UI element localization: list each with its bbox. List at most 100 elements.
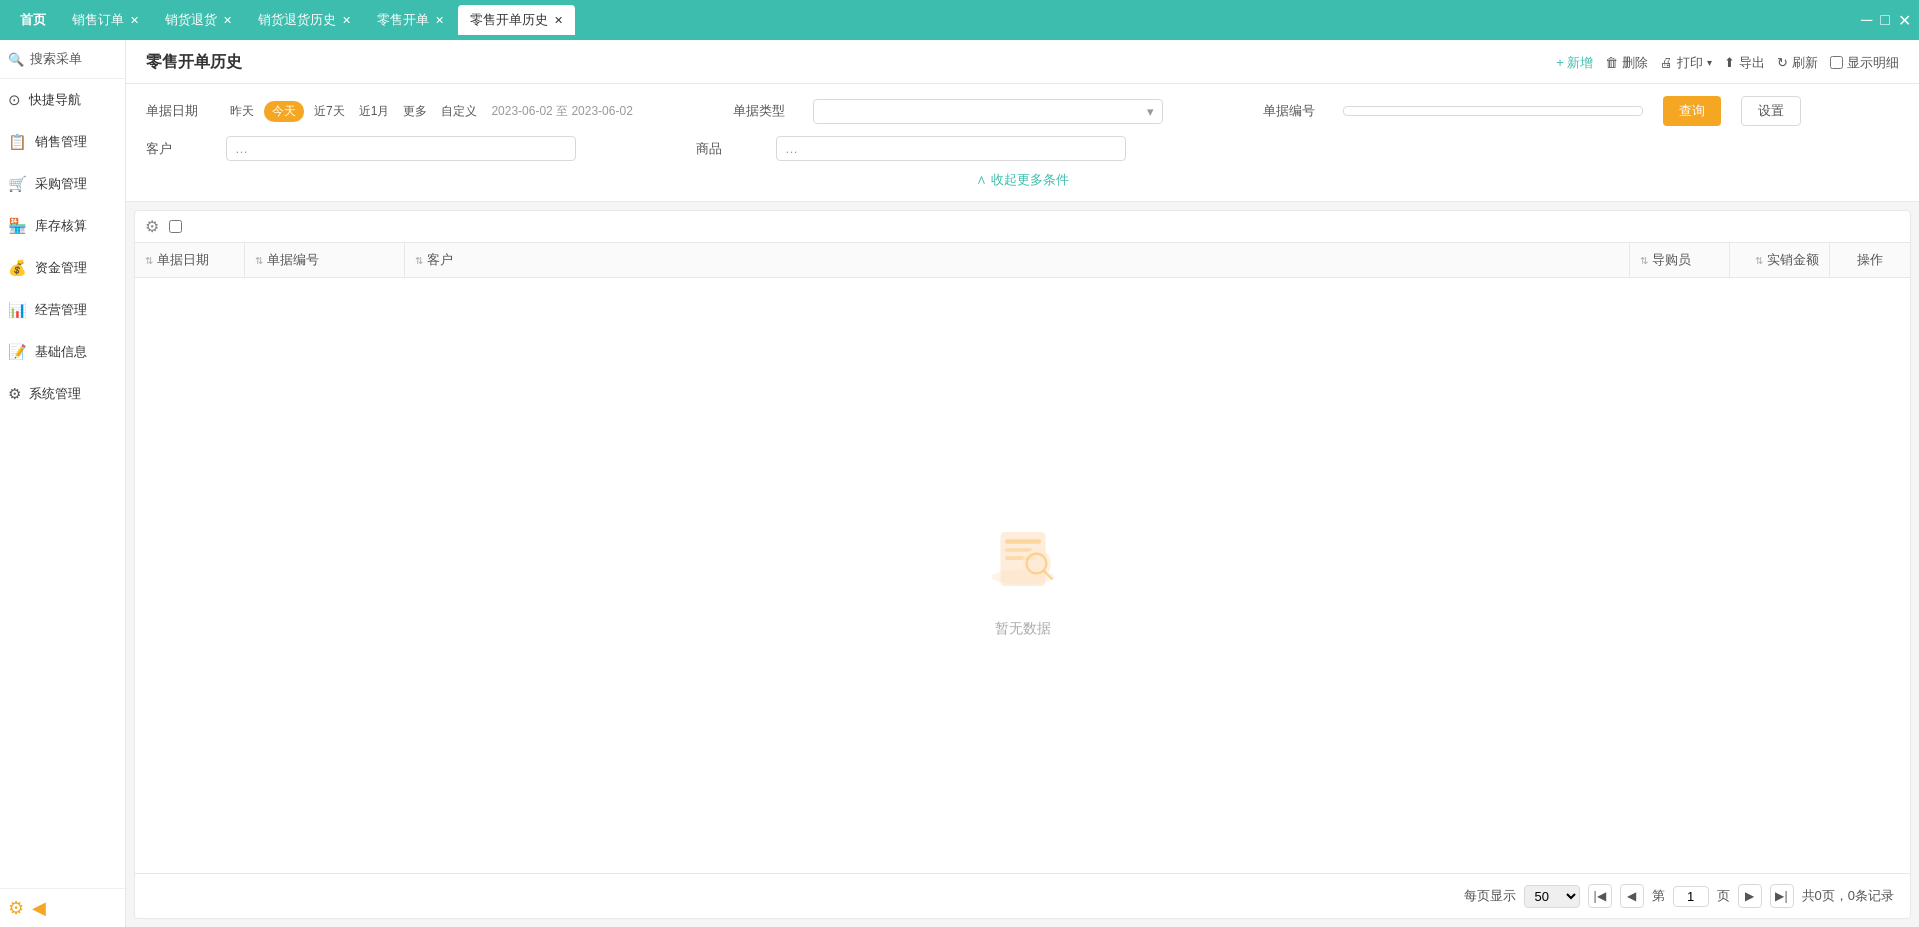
page-label-2: 页 xyxy=(1717,887,1730,905)
filter-area: 单据日期 昨天 今天 近7天 近1月 更多 自定义 2023-06-02 至 2… xyxy=(126,84,1919,202)
sidebar-item-operations[interactable]: 📊 经营管理 xyxy=(0,289,125,331)
date-opt-7days[interactable]: 近7天 xyxy=(310,101,349,122)
empty-state: 暂无数据 xyxy=(135,278,1910,873)
sort-number-icon[interactable]: ⇅ xyxy=(255,255,263,266)
export-button[interactable]: ⬆ 导出 xyxy=(1724,54,1765,72)
tab-retail-open-history-close[interactable]: ✕ xyxy=(554,14,563,27)
sidebar-item-purchase-mgmt-label: 采购管理 xyxy=(35,175,87,193)
th-customer-label: 客户 xyxy=(427,251,453,269)
page-size-select[interactable]: 50 10 20 100 xyxy=(1524,885,1580,908)
customer-label: 客户 xyxy=(146,140,206,158)
sidebar-collapse-icon[interactable]: ◀ xyxy=(32,897,46,919)
page-title: 零售开单历史 xyxy=(146,52,242,83)
add-button[interactable]: + 新增 xyxy=(1556,54,1593,72)
sidebar-item-basic-info[interactable]: 📝 基础信息 xyxy=(0,331,125,373)
query-button[interactable]: 查询 xyxy=(1663,96,1721,126)
tab-sales-return-close[interactable]: ✕ xyxy=(223,14,232,27)
refresh-button[interactable]: ↻ 刷新 xyxy=(1777,54,1818,72)
date-opt-custom[interactable]: 自定义 xyxy=(437,101,481,122)
maximize-icon[interactable]: □ xyxy=(1880,11,1890,30)
sidebar-settings-icon[interactable]: ⚙ xyxy=(8,897,24,919)
sort-customer-icon[interactable]: ⇅ xyxy=(415,255,423,266)
tab-sales-return-history[interactable]: 销货退货历史 ✕ xyxy=(246,5,363,35)
table-settings-icon[interactable]: ⚙ xyxy=(145,217,159,236)
goods-input-dots: … xyxy=(785,141,798,156)
delete-button[interactable]: 🗑 删除 xyxy=(1605,54,1648,72)
sidebar-item-basic-info-label: 基础信息 xyxy=(35,343,87,361)
tab-retail-open[interactable]: 零售开单 ✕ xyxy=(365,5,456,35)
sidebar-item-finance[interactable]: 💰 资金管理 xyxy=(0,247,125,289)
tab-sales-order-close[interactable]: ✕ xyxy=(130,14,139,27)
toolbar: + 新增 🗑 删除 🖨 打印 ▾ ⬆ 导出 ↻ 刷新 显示明细 xyxy=(1556,54,1899,82)
sidebar-item-quick-nav-label: 快捷导航 xyxy=(29,91,81,109)
main-layout: 🔍 搜索采单 ⊙ 快捷导航 📋 销售管理 🛒 采购管理 🏪 库存核算 💰 资金管… xyxy=(0,40,1919,927)
tab-sales-return[interactable]: 销货退货 ✕ xyxy=(153,5,244,35)
tab-retail-open-label: 零售开单 xyxy=(377,11,429,29)
tab-retail-open-history[interactable]: 零售开单历史 ✕ xyxy=(458,5,575,35)
filter-row-1: 单据日期 昨天 今天 近7天 近1月 更多 自定义 2023-06-02 至 2… xyxy=(146,96,1899,126)
type-select[interactable]: ▾ xyxy=(813,99,1163,124)
sort-amount-icon[interactable]: ⇅ xyxy=(1755,255,1763,266)
date-opt-yesterday[interactable]: 昨天 xyxy=(226,101,258,122)
goods-label: 商品 xyxy=(696,140,756,158)
tab-sales-return-history-close[interactable]: ✕ xyxy=(342,14,351,27)
basic-info-icon: 📝 xyxy=(8,343,27,361)
th-guide: ⇅ 导购员 xyxy=(1630,243,1730,277)
sort-date-icon[interactable]: ⇅ xyxy=(145,255,153,266)
sidebar-item-inventory[interactable]: 🏪 库存核算 xyxy=(0,205,125,247)
svg-rect-3 xyxy=(1005,548,1032,552)
close-icon[interactable]: ✕ xyxy=(1898,11,1911,30)
prev-page-btn[interactable]: ◀ xyxy=(1620,884,1644,908)
print-button[interactable]: 🖨 打印 ▾ xyxy=(1660,54,1712,72)
tab-bar: 首页 销售订单 ✕ 销货退货 ✕ 销货退货历史 ✕ 零售开单 ✕ 零售开单历史 … xyxy=(0,0,1919,40)
empty-text: 暂无数据 xyxy=(995,620,1051,638)
date-opt-1month[interactable]: 近1月 xyxy=(355,101,394,122)
sidebar-search[interactable]: 🔍 搜索采单 xyxy=(0,40,125,79)
date-opt-more[interactable]: 更多 xyxy=(399,101,431,122)
next-page-btn[interactable]: ▶ xyxy=(1738,884,1762,908)
quick-nav-icon: ⊙ xyxy=(8,91,21,109)
search-icon: 🔍 xyxy=(8,52,24,67)
number-input[interactable] xyxy=(1343,106,1643,116)
tab-sales-return-history-label: 销货退货历史 xyxy=(258,11,336,29)
sidebar-search-label: 搜索采单 xyxy=(30,50,82,68)
th-guide-label: 导购员 xyxy=(1652,251,1691,269)
sales-mgmt-icon: 📋 xyxy=(8,133,27,151)
goods-input[interactable]: … xyxy=(776,136,1126,161)
table-header: ⇅ 单据日期 ⇅ 单据编号 ⇅ 客户 ⇅ 导购员 ⇅ 实销金额 xyxy=(135,243,1910,278)
customer-input[interactable]: … xyxy=(226,136,576,161)
total-text: 共0页，0条记录 xyxy=(1802,887,1894,905)
sidebar-item-inventory-label: 库存核算 xyxy=(35,217,87,235)
export-icon: ⬆ xyxy=(1724,55,1735,70)
print-icon: 🖨 xyxy=(1660,55,1673,70)
svg-rect-2 xyxy=(1005,539,1041,544)
tab-retail-open-close[interactable]: ✕ xyxy=(435,14,444,27)
print-label: 打印 xyxy=(1677,54,1703,72)
page-number-input[interactable] xyxy=(1673,886,1709,907)
first-page-btn[interactable]: |◀ xyxy=(1588,884,1612,908)
display-detail-checkbox[interactable] xyxy=(1830,56,1843,69)
minimize-icon[interactable]: ─ xyxy=(1861,11,1872,30)
refresh-label: 刷新 xyxy=(1792,54,1818,72)
sidebar-item-system[interactable]: ⚙ 系统管理 xyxy=(0,373,125,415)
tab-sales-order-label: 销售订单 xyxy=(72,11,124,29)
settings-button[interactable]: 设置 xyxy=(1741,96,1801,126)
sidebar-item-quick-nav[interactable]: ⊙ 快捷导航 xyxy=(0,79,125,121)
last-page-btn[interactable]: ▶| xyxy=(1770,884,1794,908)
tab-home-label: 首页 xyxy=(20,11,46,29)
select-all-checkbox[interactable] xyxy=(169,220,182,233)
date-opt-today[interactable]: 今天 xyxy=(264,101,304,122)
collapse-row[interactable]: ∧ 收起更多条件 xyxy=(146,171,1899,189)
tab-sales-order[interactable]: 销售订单 ✕ xyxy=(60,5,151,35)
sort-guide-icon[interactable]: ⇅ xyxy=(1640,255,1648,266)
tab-retail-open-history-label: 零售开单历史 xyxy=(470,11,548,29)
th-amount: ⇅ 实销金额 xyxy=(1730,243,1830,277)
sidebar-item-finance-label: 资金管理 xyxy=(35,259,87,277)
page-size-label: 每页显示 xyxy=(1464,887,1516,905)
tab-home[interactable]: 首页 xyxy=(8,5,58,35)
purchase-mgmt-icon: 🛒 xyxy=(8,175,27,193)
date-options: 昨天 今天 近7天 近1月 更多 自定义 2023-06-02 至 2023-0… xyxy=(226,101,633,122)
refresh-icon: ↻ xyxy=(1777,55,1788,70)
sidebar-item-sales-mgmt[interactable]: 📋 销售管理 xyxy=(0,121,125,163)
sidebar-item-purchase-mgmt[interactable]: 🛒 采购管理 xyxy=(0,163,125,205)
